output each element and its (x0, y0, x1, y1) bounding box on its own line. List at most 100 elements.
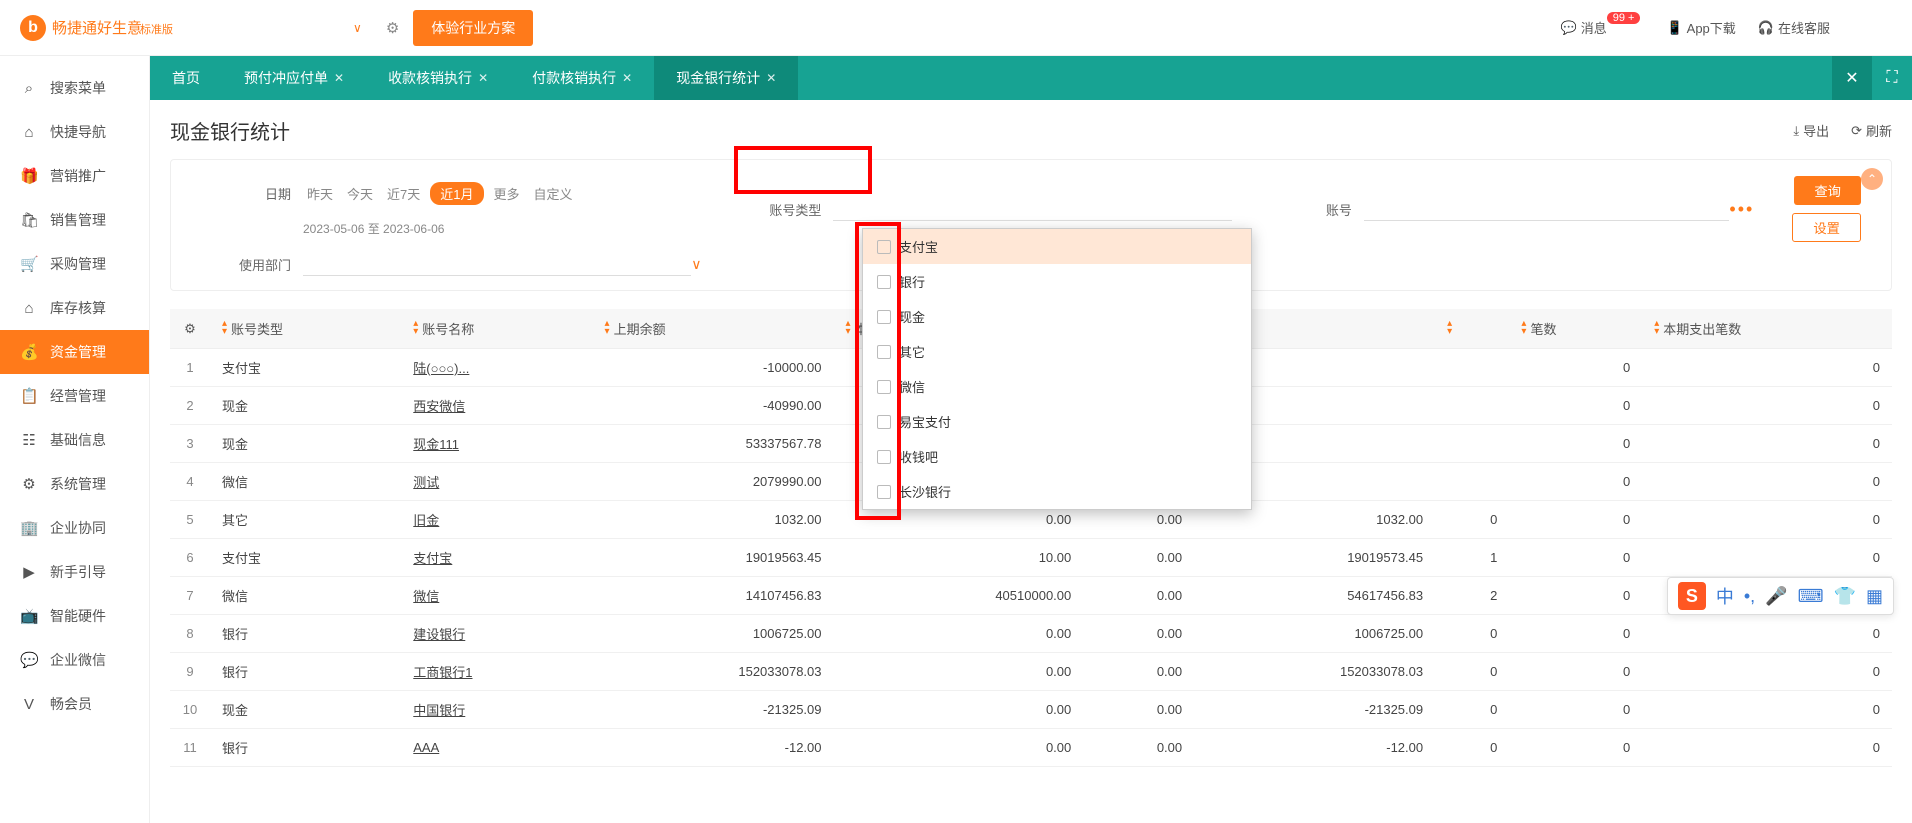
sidebar-item-8[interactable]: ☷基础信息 (0, 418, 149, 462)
customer-service-link[interactable]: 🎧在线客服 (1758, 18, 1830, 37)
col-header-6[interactable]: ▴▾ (1435, 309, 1509, 349)
app-download-link[interactable]: 📱App下载 (1666, 18, 1735, 37)
acct-name-link[interactable]: 支付宝 (413, 551, 452, 566)
messages-link[interactable]: 💬 消息 99 + (1561, 18, 1645, 37)
close-icon[interactable]: ✕ (478, 71, 488, 85)
acct-name-link[interactable]: 测试 (413, 475, 439, 490)
sidebar-item-2[interactable]: 🎁营销推广 (0, 154, 149, 198)
cell[interactable]: 工商银行1 (401, 653, 592, 691)
acct-type-input[interactable] (833, 197, 1231, 221)
date-shortcut-2[interactable]: 近7天 (383, 182, 424, 205)
dropdown-option-0[interactable]: 支付宝 (863, 229, 1251, 264)
tab-3[interactable]: 付款核销执行✕ (510, 56, 654, 100)
dropdown-option-2[interactable]: 现金 (863, 299, 1251, 334)
cell[interactable]: 现金111 (401, 425, 592, 463)
ime-mode[interactable]: 中 (1716, 583, 1734, 609)
ime-punct-icon[interactable]: •, (1744, 586, 1755, 607)
cell[interactable]: 建设银行 (401, 615, 592, 653)
acct-name-link[interactable]: AAA (413, 740, 439, 755)
date-shortcut-4[interactable]: 更多 (490, 182, 524, 205)
dept-input[interactable] (303, 252, 691, 276)
sidebar-item-14[interactable]: V畅会员 (0, 682, 149, 726)
dropdown-option-4[interactable]: 微信 (863, 369, 1251, 404)
acct-name-link[interactable]: 陆(○○○)... (413, 361, 469, 376)
org-selector[interactable]: ∨ (203, 21, 362, 35)
dropdown-option-5[interactable]: 易宝支付 (863, 404, 1251, 439)
checkbox[interactable] (877, 380, 891, 394)
close-icon[interactable]: ✕ (334, 71, 344, 85)
sidebar-item-12[interactable]: 📺智能硬件 (0, 594, 149, 638)
sidebar-item-9[interactable]: ⚙系统管理 (0, 462, 149, 506)
sidebar-item-4[interactable]: 🛒采购管理 (0, 242, 149, 286)
checkbox[interactable] (877, 275, 891, 289)
sidebar-item-10[interactable]: 🏢企业协同 (0, 506, 149, 550)
sidebar-item-7[interactable]: 📋经营管理 (0, 374, 149, 418)
close-tab-button[interactable]: ✕ (1832, 56, 1872, 100)
acct-name-link[interactable]: 建设银行 (413, 627, 465, 642)
close-icon[interactable]: ✕ (766, 71, 776, 85)
table-settings-button[interactable]: ⚙ (170, 309, 210, 349)
collapse-filter-button[interactable]: ⌃ (1861, 168, 1883, 190)
checkbox[interactable] (877, 240, 891, 254)
col-header-7[interactable]: ▴▾笔数 (1509, 309, 1642, 349)
cell[interactable]: 测试 (401, 463, 592, 501)
dropdown-option-7[interactable]: 长沙银行 (863, 474, 1251, 509)
sidebar-item-1[interactable]: ⌂快捷导航 (0, 110, 149, 154)
acct-name-link[interactable]: 工商银行1 (413, 665, 472, 680)
settings-icon[interactable]: ⚙ (386, 19, 399, 37)
acct-name-link[interactable]: 现金111 (413, 437, 459, 452)
filter-settings-button[interactable]: 设置 (1792, 213, 1861, 242)
cell[interactable]: 微信 (401, 577, 592, 615)
cell[interactable]: 西安微信 (401, 387, 592, 425)
ime-skin-icon[interactable]: 👕 (1834, 586, 1856, 607)
ime-toolbar[interactable]: S 中 •, 🎤 ⌨ 👕 ▦ (1667, 577, 1894, 615)
cell[interactable]: 中国银行 (401, 691, 592, 729)
query-button[interactable]: 查询 (1794, 176, 1861, 205)
checkbox[interactable] (877, 345, 891, 359)
export-button[interactable]: ⤓ 导出 (1793, 121, 1829, 140)
acct-name-link[interactable]: 微信 (413, 589, 439, 604)
more-filters-button[interactable]: ••• (1729, 199, 1754, 220)
date-shortcut-5[interactable]: 自定义 (530, 182, 577, 205)
sidebar-item-13[interactable]: 💬企业微信 (0, 638, 149, 682)
tab-1[interactable]: 预付冲应付单✕ (222, 56, 366, 100)
date-shortcut-0[interactable]: 昨天 (303, 182, 337, 205)
cell[interactable]: 旧金 (401, 501, 592, 539)
close-icon[interactable]: ✕ (622, 71, 632, 85)
ime-keyboard-icon[interactable]: ⌨ (1798, 586, 1824, 607)
cell[interactable]: AAA (401, 729, 592, 767)
refresh-button[interactable]: ⟳ 刷新 (1851, 121, 1892, 140)
acct-name-link[interactable]: 西安微信 (413, 399, 465, 414)
fullscreen-button[interactable]: ⛶ (1872, 56, 1912, 100)
tab-2[interactable]: 收款核销执行✕ (366, 56, 510, 100)
col-header-8[interactable]: ▴▾本期支出笔数 (1642, 309, 1892, 349)
col-header-0[interactable]: ▴▾账号类型 (210, 309, 401, 349)
acct-type-dropdown[interactable]: 支付宝银行现金其它微信易宝支付收钱吧长沙银行 (862, 228, 1252, 510)
checkbox[interactable] (877, 415, 891, 429)
dropdown-option-6[interactable]: 收钱吧 (863, 439, 1251, 474)
try-industry-button[interactable]: 体验行业方案 (413, 10, 533, 46)
col-header-2[interactable]: ▴▾上期余额 (593, 309, 834, 349)
col-header-1[interactable]: ▴▾账号名称 (401, 309, 592, 349)
checkbox[interactable] (877, 450, 891, 464)
checkbox[interactable] (877, 310, 891, 324)
acct-name-link[interactable]: 中国银行 (413, 703, 465, 718)
chevron-down-icon[interactable]: ∨ (691, 256, 701, 273)
cell[interactable]: 支付宝 (401, 539, 592, 577)
dropdown-option-1[interactable]: 银行 (863, 264, 1251, 299)
sidebar-item-5[interactable]: ⌂库存核算 (0, 286, 149, 330)
sidebar-item-11[interactable]: ▶新手引导 (0, 550, 149, 594)
ime-toolbox-icon[interactable]: ▦ (1866, 586, 1883, 607)
date-shortcut-3[interactable]: 近1月 (430, 182, 483, 205)
acct-input[interactable] (1364, 197, 1730, 221)
sidebar-item-6[interactable]: 💰资金管理 (0, 330, 149, 374)
tab-0[interactable]: 首页 (150, 56, 222, 100)
date-shortcut-1[interactable]: 今天 (343, 182, 377, 205)
checkbox[interactable] (877, 485, 891, 499)
dropdown-option-3[interactable]: 其它 (863, 334, 1251, 369)
acct-name-link[interactable]: 旧金 (413, 513, 439, 528)
sidebar-item-0[interactable]: ⌕搜索菜单 (0, 66, 149, 110)
sidebar-item-3[interactable]: 🛍销售管理 (0, 198, 149, 242)
cell[interactable]: 陆(○○○)... (401, 349, 592, 387)
tab-4[interactable]: 现金银行统计✕ (654, 56, 798, 100)
